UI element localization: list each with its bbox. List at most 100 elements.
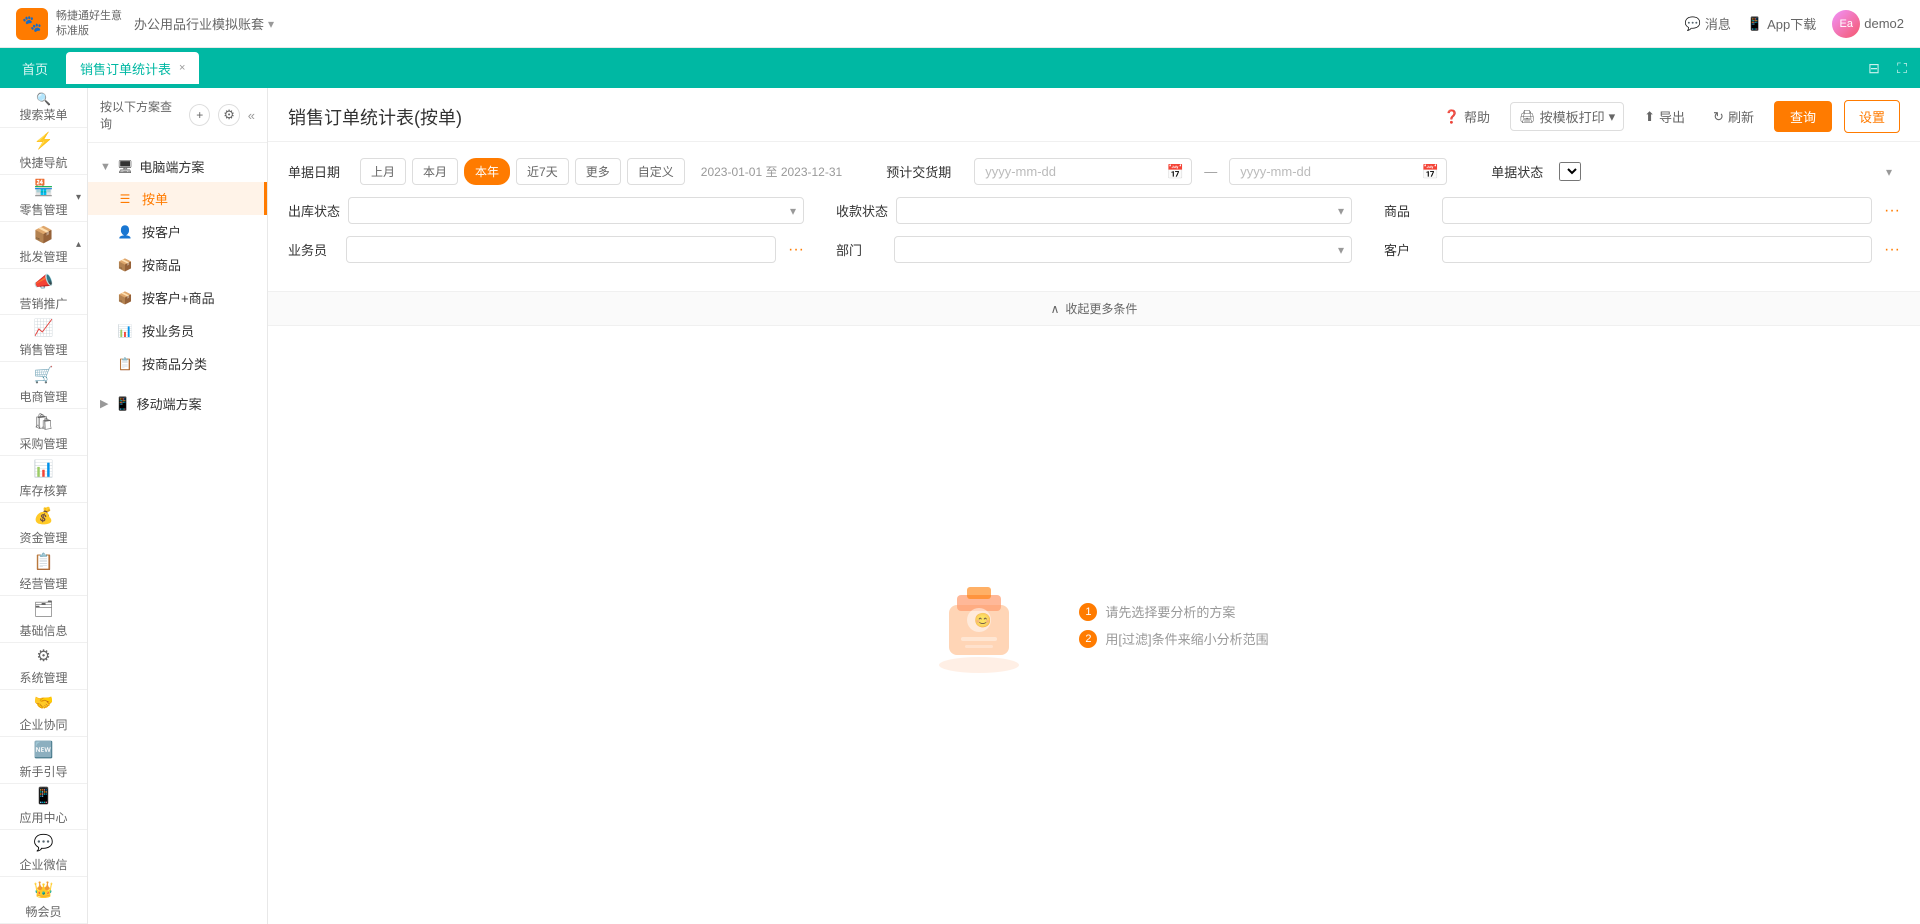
sidebar-item-search[interactable]: 🔍 搜索菜单 [0,88,87,128]
department-select[interactable] [894,236,1352,263]
this-month-btn[interactable]: 本月 [412,158,458,185]
tab-home[interactable]: 首页 [8,52,62,84]
sidebar-item-basic[interactable]: 🗂 基础信息 [0,596,87,643]
sidebar-item-sales[interactable]: 📈 销售管理 [0,315,87,362]
salesperson-more-icon[interactable]: ··· [788,241,804,259]
print-button[interactable]: 🖨 按模板打印 ▾ [1510,102,1624,131]
customer-more-icon[interactable]: ··· [1884,241,1900,259]
step2-icon: 2 [1079,630,1097,648]
tree-child-by-product[interactable]: 📦 按商品 [88,248,267,281]
tree-child-by-product-category[interactable]: 📋 按商品分类 [88,347,267,380]
messages-button[interactable]: 💬 消息 [1685,14,1731,33]
tree-child-by-customer-product[interactable]: 📦 按客户+商品 [88,281,267,314]
refresh-button[interactable]: ↻ 刷新 [1705,103,1762,130]
tree-child-by-salesperson[interactable]: 📊 按业务员 [88,314,267,347]
sidebar-item-quicknav[interactable]: ⚡ 快捷导航 [0,128,87,175]
goods-input[interactable] [1442,197,1872,224]
hint-2: 2 用[过滤]条件来缩小分析范围 [1079,629,1268,648]
sidebar-item-apps[interactable]: 📱 应用中心 [0,784,87,831]
left-panel: 按以下方案查询 + ⚙ « ▼ 🖥 电脑端方案 ☰ 按单 [88,88,268,924]
this-year-btn[interactable]: 本年 [464,158,510,185]
sidebar-item-newcomer[interactable]: 🆕 新手引导 [0,737,87,784]
sidebar-item-retail[interactable]: 🏪 零售管理 ▾ [0,175,87,222]
filter-row-date: 单据日期 上月 本月 本年 近7天 更多 自定义 2023-01-01 至 20… [288,158,1900,185]
customer-input[interactable] [1442,236,1872,263]
salesperson-label: 业务员 [288,240,338,259]
tab-sales-order-stats[interactable]: 销售订单统计表 × [66,52,199,84]
more-btn[interactable]: 更多 [575,158,621,185]
salesperson-input[interactable] [346,236,776,263]
help-icon: ❓ [1444,109,1460,125]
refresh-icon: ↻ [1713,109,1724,125]
wholesale-arrow-icon: ▴ [76,239,81,250]
sidebar-item-enterprise[interactable]: 🤝 企业协同 [0,690,87,737]
print-dropdown-icon: ▾ [1609,109,1616,125]
department-group: 部门 ▾ [836,236,1352,263]
sidebar-item-system[interactable]: ⚙ 系统管理 [0,643,87,690]
export-button[interactable]: ⬆ 导出 [1636,103,1693,130]
sidebar-item-ecommerce[interactable]: 🛒 电商管理 [0,362,87,409]
collapse-filters-bar[interactable]: ∧ 收起更多条件 [268,291,1920,326]
order-icon: ☰ [116,190,134,208]
sidebar-item-membership[interactable]: 👑 畅会员 [0,877,87,924]
last7days-btn[interactable]: 近7天 [516,158,569,185]
tree-child-by-customer[interactable]: 👤 按客户 [88,215,267,248]
breadcrumb-chevron-icon: ▾ [268,17,274,31]
sidebar-item-inventory[interactable]: 📊 库存核算 [0,456,87,503]
settings-scheme-button[interactable]: ⚙ [218,104,239,126]
user-menu[interactable]: Ea demo2 [1832,10,1904,38]
help-button[interactable]: ❓ 帮助 [1436,103,1498,130]
apps-icon: 📱 [34,786,54,806]
sidebar-item-wholesale[interactable]: 📦 批发管理 ▴ [0,222,87,269]
payment-status-select[interactable] [896,197,1352,224]
delivery-date-start-wrapper: 📅 [974,158,1192,185]
newcomer-icon: 🆕 [34,740,54,760]
search-button[interactable]: 查询 [1774,101,1832,132]
shipment-status-select[interactable] [348,197,804,224]
tree-arrow-icon: ▼ [100,161,111,173]
app-download-button[interactable]: 📱 App下载 [1747,14,1816,33]
retail-icon: 🏪 [34,178,54,198]
custom-btn[interactable]: 自定义 [627,158,685,185]
tree-child-by-order[interactable]: ☰ 按单 [88,182,267,215]
customer-icon: 👤 [116,223,134,241]
purchase-icon: 🛍 [33,412,53,432]
left-panel-title: 按以下方案查询 [100,98,181,132]
collapse-panel-button[interactable]: « [248,108,255,123]
customer-label: 客户 [1384,240,1434,259]
payment-status-select-wrapper: ▾ [896,197,1352,224]
top-bar: 🐾 畅捷通好生意 标准版 办公用品行业模拟账套 ▾ 💬 消息 📱 App下载 E… [0,0,1920,48]
operations-icon: 📋 [34,552,54,572]
sidebar-item-marketing[interactable]: 📣 营销推广 [0,269,87,316]
membership-icon: 👑 [34,880,54,900]
tree-pc-section[interactable]: ▼ 🖥 电脑端方案 [88,151,267,182]
payment-status-group: 收款状态 ▾ [836,197,1352,224]
tab-close-icon[interactable]: × [179,62,185,74]
empty-state: 😊 1 请先选择要分析的方案 2 [268,326,1920,924]
window-minimize-button[interactable]: ⊟ [1864,58,1884,78]
window-expand-button[interactable]: ⛶ [1892,58,1912,78]
settings-button[interactable]: 设置 [1844,100,1900,133]
tree-parent-icon: 🖥 [117,159,134,175]
sidebar-item-operations[interactable]: 📋 经营管理 [0,549,87,596]
last-month-btn[interactable]: 上月 [360,158,406,185]
order-status-select[interactable] [1559,162,1581,181]
quicknav-icon: ⚡ [34,131,54,151]
sidebar-item-purchase[interactable]: 🛍 采购管理 [0,409,87,456]
tree-mobile-section[interactable]: ▶ 📱 移动端方案 [88,388,267,419]
sidebar-item-wechat[interactable]: 💬 企业微信 [0,830,87,877]
message-icon: 💬 [1685,16,1701,32]
delivery-date-end-input[interactable] [1229,158,1447,185]
filter-row-status: 出库状态 ▾ 收款状态 [288,197,1900,224]
sidebar-item-finance[interactable]: 💰 资金管理 [0,503,87,550]
page-header: 销售订单统计表(按单) ❓ 帮助 🖨 按模板打印 ▾ ⬆ [268,88,1920,142]
search-icon: 🔍 [36,92,51,106]
department-select-wrapper: ▾ [894,236,1352,263]
add-scheme-button[interactable]: + [189,104,210,126]
export-icon: ⬆ [1644,109,1655,125]
retail-arrow-icon: ▾ [76,192,81,203]
delivery-date-start-input[interactable] [974,158,1192,185]
breadcrumb[interactable]: 办公用品行业模拟账套 ▾ [134,14,1673,33]
shipment-status-label: 出库状态 [288,201,340,220]
goods-more-icon[interactable]: ··· [1884,202,1900,220]
